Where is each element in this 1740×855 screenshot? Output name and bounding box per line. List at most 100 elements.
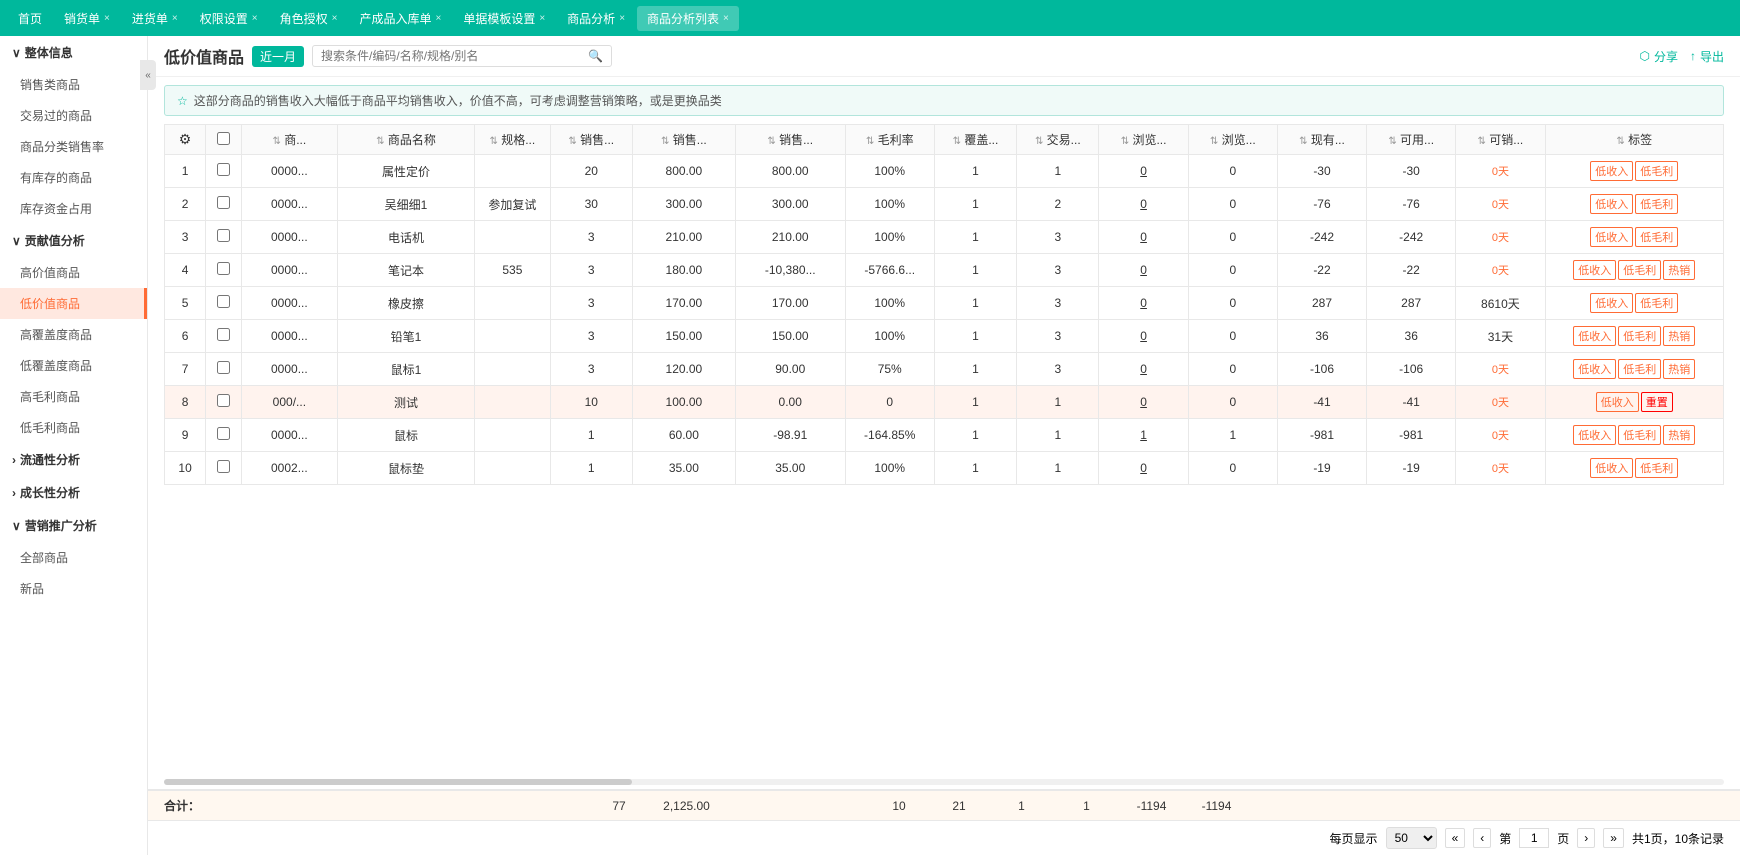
sidebar-group-flow[interactable]: › 流通性分析 (0, 443, 147, 476)
sidebar-item-new-goods[interactable]: 新品 (0, 573, 147, 604)
sort-icon-spec[interactable]: ⇅ (489, 136, 497, 147)
sidebar-item-stocked-goods[interactable]: 有库存的商品 (0, 162, 147, 193)
sort-icon-cover[interactable]: ⇅ (953, 136, 961, 147)
horizontal-scrollbar[interactable] (164, 779, 1724, 785)
row-checkbox[interactable] (206, 452, 242, 485)
nav-home[interactable]: 首页 (8, 6, 52, 31)
sidebar-item-high-coverage[interactable]: 高覆盖度商品 (0, 319, 147, 350)
sort-icon-gross[interactable]: ⇅ (866, 136, 874, 147)
browse1-link[interactable]: 0 (1140, 296, 1147, 310)
row-sale2: -10,380... (735, 254, 845, 287)
row-tags: 低收入低毛利热销 (1545, 254, 1724, 287)
gear-icon[interactable]: ⚙ (179, 131, 192, 147)
nav-close-templates[interactable]: × (539, 13, 545, 24)
sidebar-item-low-margin[interactable]: 低毛利商品 (0, 412, 147, 443)
row-checkbox[interactable] (206, 155, 242, 188)
row-select-checkbox[interactable] (217, 196, 230, 209)
sidebar-item-sales-goods[interactable]: 销售类商品 (0, 69, 147, 100)
row-checkbox[interactable] (206, 188, 242, 221)
browse1-link[interactable]: 1 (1140, 428, 1147, 442)
sidebar-toggle[interactable]: « (140, 60, 156, 90)
last-page-button[interactable]: » (1603, 828, 1624, 848)
row-select-checkbox[interactable] (217, 361, 230, 374)
search-box[interactable]: 🔍 (312, 45, 612, 67)
next-page-button[interactable]: › (1577, 828, 1595, 848)
nav-sales[interactable]: 销货单 × (54, 6, 120, 31)
sort-icon-name[interactable]: ⇅ (376, 136, 384, 147)
browse1-link[interactable]: 0 (1140, 164, 1147, 178)
sidebar-item-low-value[interactable]: 低价值商品 (0, 288, 147, 319)
first-page-button[interactable]: « (1445, 828, 1466, 848)
nav-close-goods-analysis[interactable]: × (619, 13, 625, 24)
nav-close-purchase[interactable]: × (172, 13, 178, 24)
sort-icon-sale1[interactable]: ⇅ (661, 136, 669, 147)
row-select-checkbox[interactable] (217, 163, 230, 176)
share-button[interactable]: ⬡ 分享 (1639, 48, 1678, 65)
sort-icon-avail[interactable]: ⇅ (1388, 136, 1396, 147)
row-checkbox[interactable] (206, 320, 242, 353)
sidebar-item-high-value[interactable]: 高价值商品 (0, 257, 147, 288)
time-filter-button[interactable]: 近一月 (252, 46, 304, 67)
nav-purchase[interactable]: 进货单 × (122, 6, 188, 31)
row-select-checkbox[interactable] (217, 262, 230, 275)
sort-icon-browse1[interactable]: ⇅ (1121, 136, 1129, 147)
row-checkbox[interactable] (206, 221, 242, 254)
row-select-checkbox[interactable] (217, 427, 230, 440)
row-checkbox[interactable] (206, 386, 242, 419)
row-select-checkbox[interactable] (217, 328, 230, 341)
nav-goods-analysis[interactable]: 商品分析 × (557, 6, 635, 31)
row-checkbox[interactable] (206, 254, 242, 287)
scroll-thumb[interactable] (164, 779, 632, 785)
export-button[interactable]: ↑ 导出 (1690, 48, 1724, 65)
sort-icon-tag[interactable]: ⇅ (1616, 136, 1624, 147)
row-checkbox[interactable] (206, 287, 242, 320)
page-size-select[interactable]: 50 100 200 (1386, 827, 1437, 849)
row-qty: 1 (550, 452, 632, 485)
select-all-checkbox[interactable] (217, 132, 230, 145)
sort-icon-qty[interactable]: ⇅ (568, 136, 576, 147)
browse1-link[interactable]: 0 (1140, 263, 1147, 277)
nav-goods-list[interactable]: 商品分析列表 × (637, 6, 739, 31)
table-header-row: ⚙ ⇅ 商... ⇅ 商品名称 ⇅ 规格... ⇅ 销售... ⇅ 销售... … (165, 125, 1724, 155)
sidebar-item-low-coverage[interactable]: 低覆盖度商品 (0, 350, 147, 381)
sort-icon-sale2[interactable]: ⇅ (767, 136, 775, 147)
browse1-link[interactable]: 0 (1140, 329, 1147, 343)
sidebar-group-marketing[interactable]: ∨ 营销推广分析 (0, 509, 147, 542)
row-select-checkbox[interactable] (217, 295, 230, 308)
row-checkbox[interactable] (206, 353, 242, 386)
sidebar-item-inventory-capital[interactable]: 库存资金占用 (0, 193, 147, 224)
sort-icon-trade[interactable]: ⇅ (1035, 136, 1043, 147)
current-page-input[interactable] (1519, 828, 1549, 848)
nav-close-goods-list[interactable]: × (723, 13, 729, 24)
browse1-link[interactable]: 0 (1140, 230, 1147, 244)
row-select-checkbox[interactable] (217, 460, 230, 473)
nav-templates[interactable]: 单据模板设置 × (453, 6, 555, 31)
sidebar-item-high-margin[interactable]: 高毛利商品 (0, 381, 147, 412)
sort-icon-browse2[interactable]: ⇅ (1210, 136, 1218, 147)
nav-close-inventory[interactable]: × (435, 13, 441, 24)
browse1-link[interactable]: 0 (1140, 362, 1147, 376)
prev-page-button[interactable]: ‹ (1473, 828, 1491, 848)
row-checkbox[interactable] (206, 419, 242, 452)
nav-close-permissions[interactable]: × (252, 13, 258, 24)
sort-icon-stock[interactable]: ⇅ (1299, 136, 1307, 147)
row-select-checkbox[interactable] (217, 394, 230, 407)
browse1-link[interactable]: 0 (1140, 461, 1147, 475)
sidebar-item-all-goods[interactable]: 全部商品 (0, 542, 147, 573)
sort-icon[interactable]: ⇅ (272, 136, 280, 147)
sidebar-group-contribution[interactable]: ∨ 贡献值分析 (0, 224, 147, 257)
nav-inventory[interactable]: 产成品入库单 × (349, 6, 451, 31)
nav-permissions[interactable]: 权限设置 × (190, 6, 268, 31)
browse1-link[interactable]: 0 (1140, 197, 1147, 211)
sort-icon-salable[interactable]: ⇅ (1478, 136, 1486, 147)
nav-roles[interactable]: 角色授权 × (270, 6, 348, 31)
nav-close-roles[interactable]: × (332, 13, 338, 24)
sidebar-group-growth[interactable]: › 成长性分析 (0, 476, 147, 509)
nav-close-sales[interactable]: × (104, 13, 110, 24)
row-select-checkbox[interactable] (217, 229, 230, 242)
browse1-link[interactable]: 0 (1140, 395, 1147, 409)
sidebar-item-traded-goods[interactable]: 交易过的商品 (0, 100, 147, 131)
search-input[interactable] (321, 49, 584, 63)
sidebar-group-overall[interactable]: ∨ 整体信息 (0, 36, 147, 69)
sidebar-item-category-sales[interactable]: 商品分类销售率 (0, 131, 147, 162)
